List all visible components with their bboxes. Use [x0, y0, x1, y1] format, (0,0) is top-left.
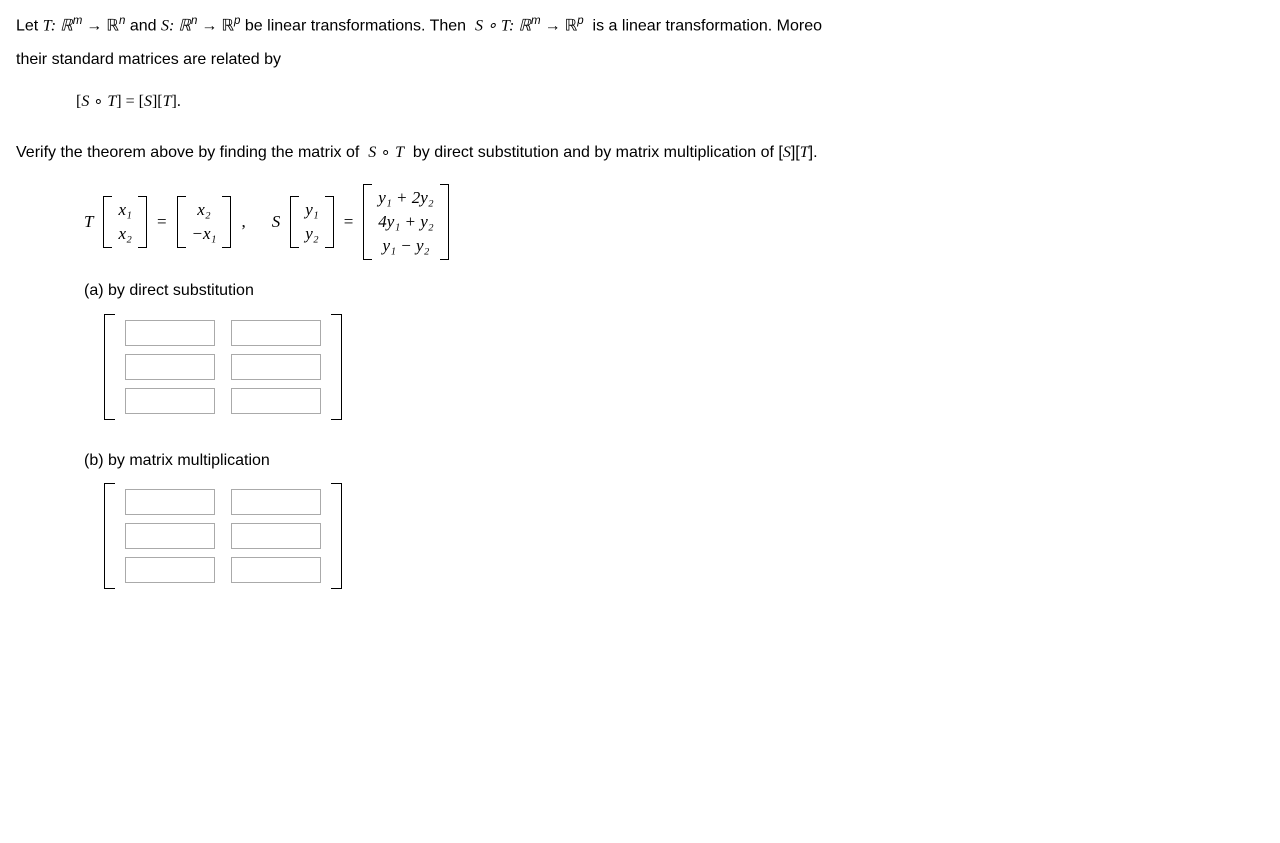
matrix-a-r1c2[interactable] [231, 320, 321, 346]
matrix-a-r1c1[interactable] [125, 320, 215, 346]
part-b-label: (b) by matrix multiplication [84, 448, 1264, 474]
matrix-b [104, 483, 1264, 589]
matrix-a-r3c2[interactable] [231, 388, 321, 414]
theorem-line-2: their standard matrices are related by [16, 47, 1264, 73]
matrix-b-r1c1[interactable] [125, 489, 215, 515]
transformation-definitions: T x₁ x₂ = x₂ −x₁ , S y₁ y₂ = y₁ + 2y₂ 4y… [84, 184, 1264, 260]
matrix-a-r2c2[interactable] [231, 354, 321, 380]
theorem-equation: [S ∘ T] = [S][T]. [76, 89, 1264, 115]
matrix-b-r1c2[interactable] [231, 489, 321, 515]
matrix-a-r3c1[interactable] [125, 388, 215, 414]
matrix-b-r2c2[interactable] [231, 523, 321, 549]
matrix-b-r3c1[interactable] [125, 557, 215, 583]
matrix-a-r2c1[interactable] [125, 354, 215, 380]
part-a-label: (a) by direct substitution [84, 278, 1264, 304]
theorem-line-1: Let T: ℝm → ℝn and S: ℝn → ℝp be linear … [16, 12, 1264, 39]
verify-instruction: Verify the theorem above by finding the … [16, 140, 1264, 166]
matrix-b-r3c2[interactable] [231, 557, 321, 583]
matrix-a [104, 314, 1264, 420]
matrix-b-r2c1[interactable] [125, 523, 215, 549]
